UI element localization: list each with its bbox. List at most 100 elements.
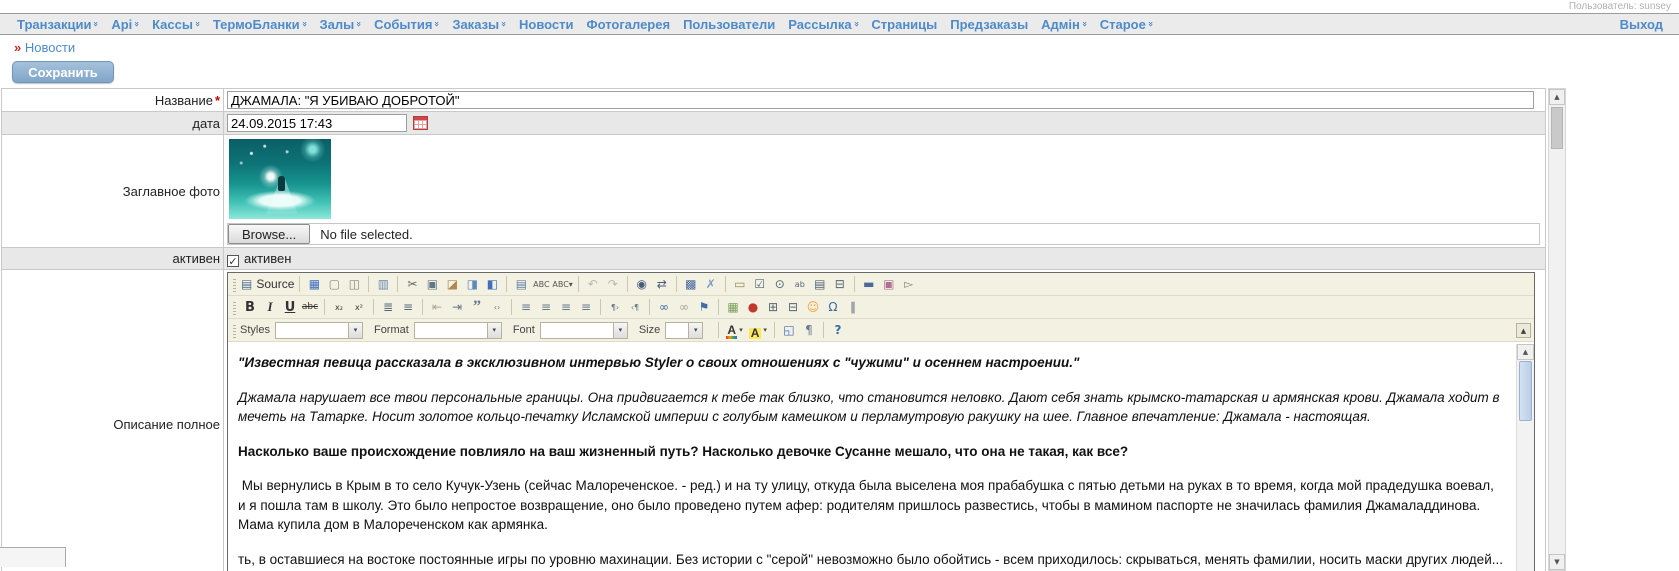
form-icon[interactable]: ▭ (731, 275, 749, 293)
editor-content[interactable]: "Известная певица рассказала в эксклюзив… (228, 342, 1534, 571)
title-input[interactable] (227, 91, 1534, 109)
redo-icon[interactable]: ↷ (604, 275, 622, 293)
flash-button[interactable]: ● (744, 298, 762, 316)
format-dropdown[interactable]: ▾ (414, 322, 502, 339)
save-button[interactable]: Сохранить (12, 61, 114, 83)
nav-item-10[interactable]: Рассылка» (788, 17, 858, 32)
nav-item-14[interactable]: Старое» (1100, 17, 1153, 32)
editor-scroll-thumb[interactable] (1519, 361, 1532, 421)
paste-text-icon[interactable]: ◨ (463, 275, 481, 293)
active-checkbox[interactable]: ✓ (227, 255, 239, 267)
size-dropdown[interactable]: ▾ (665, 322, 703, 339)
select-all-icon[interactable]: ▩ (682, 275, 700, 293)
bold-button[interactable]: B (241, 298, 259, 316)
breadcrumb-link-news[interactable]: Новости (25, 40, 75, 55)
scayt-icon[interactable]: ABC▾ (552, 275, 572, 293)
outdent-button[interactable]: ⇤ (428, 298, 446, 316)
nav-item-1[interactable]: Api» (111, 17, 139, 32)
new-page-icon[interactable]: ▢ (325, 275, 343, 293)
preview-icon[interactable]: ◫ (345, 275, 363, 293)
cut-icon[interactable]: ✂ (403, 275, 421, 293)
horizontal-rule-button[interactable]: ⊟ (784, 298, 802, 316)
create-div-button[interactable]: ‹› (488, 298, 506, 316)
nav-item-3[interactable]: ТермоБланки» (213, 17, 307, 32)
nav-item-11[interactable]: Страницы (871, 17, 937, 32)
link-button[interactable]: ∞ (655, 298, 673, 316)
text-color-button[interactable]: A ▾ (726, 321, 743, 339)
find-icon[interactable]: ◉ (633, 275, 651, 293)
spellcheck-icon[interactable]: ABC (532, 275, 550, 293)
nav-item-0[interactable]: Транзакции» (17, 17, 98, 32)
subscript-button[interactable]: x₂ (330, 298, 348, 316)
paste-word-icon[interactable]: ◧ (483, 275, 501, 293)
browse-button[interactable]: Browse... (228, 224, 310, 244)
save-icon[interactable]: ▦ (305, 275, 323, 293)
blockquote-button[interactable]: ” (468, 298, 486, 316)
strike-button[interactable]: abc (301, 298, 319, 316)
logout-link[interactable]: Выход (1620, 17, 1663, 32)
replace-icon[interactable]: ⇄ (653, 275, 671, 293)
bidi-rtl-button[interactable]: ‹¶ (626, 298, 644, 316)
image-button-icon[interactable]: ▣ (880, 275, 898, 293)
remove-format-icon[interactable]: ✗ (702, 275, 720, 293)
dropdown-arrow-icon[interactable]: ▾ (688, 323, 702, 338)
align-center-button[interactable]: ≡ (537, 298, 555, 316)
radio-field-icon[interactable]: ⊙ (771, 275, 789, 293)
special-char-button[interactable]: Ω (824, 298, 842, 316)
checkbox-field-icon[interactable]: ☑ (751, 275, 769, 293)
show-blocks-button[interactable]: ¶ (800, 321, 818, 339)
select-field-icon[interactable]: ⊟ (831, 275, 849, 293)
toolbar-collapse-button[interactable]: ▲ (1516, 323, 1531, 338)
nav-item-5[interactable]: События» (374, 17, 439, 32)
paste-icon[interactable]: ◪ (443, 275, 461, 293)
styles-dropdown[interactable]: ▾ (275, 322, 363, 339)
print-icon[interactable]: ▤ (512, 275, 530, 293)
table-button[interactable]: ⊞ (764, 298, 782, 316)
templates-icon[interactable]: ▥ (374, 275, 392, 293)
nav-item-2[interactable]: Кассы» (152, 17, 200, 32)
bidi-ltr-button[interactable]: ¶› (606, 298, 624, 316)
nav-item-9[interactable]: Пользователи (683, 17, 775, 32)
file-input[interactable]: Browse... No file selected. (227, 223, 1540, 245)
bulleted-list-button[interactable]: ≡ (399, 298, 417, 316)
calendar-icon[interactable] (413, 116, 428, 130)
font-dropdown[interactable]: ▾ (540, 322, 628, 339)
dropdown-arrow-icon[interactable]: ▾ (613, 323, 627, 338)
source-button[interactable]: ▤Source (241, 275, 294, 293)
date-input[interactable] (227, 114, 407, 132)
dropdown-arrow-icon[interactable]: ▾ (487, 323, 501, 338)
page-scroll-thumb[interactable] (1551, 107, 1563, 149)
anchor-button[interactable]: ⚑ (695, 298, 713, 316)
italic-button[interactable]: I (261, 298, 279, 316)
align-justify-button[interactable]: ≡ (577, 298, 595, 316)
undo-icon[interactable]: ↶ (584, 275, 602, 293)
underline-button[interactable]: U (281, 298, 299, 316)
nav-item-13[interactable]: Адмін» (1041, 17, 1087, 32)
button-field-icon[interactable]: ▬ (860, 275, 878, 293)
align-left-button[interactable]: ≡ (517, 298, 535, 316)
editor-scrollbar[interactable]: ▲ (1516, 344, 1534, 571)
about-button[interactable]: ? (829, 321, 847, 339)
maximize-button[interactable]: ◱ (780, 321, 798, 339)
page-scrollbar[interactable]: ▲ ▼ (1548, 88, 1566, 571)
page-scroll-down-button[interactable]: ▼ (1549, 554, 1565, 570)
background-color-button[interactable]: A ▾ (749, 321, 767, 339)
editor-scroll-up-button[interactable]: ▲ (1517, 344, 1534, 360)
indent-button[interactable]: ⇥ (448, 298, 466, 316)
numbered-list-button[interactable]: ≣ (379, 298, 397, 316)
page-scroll-up-button[interactable]: ▲ (1549, 89, 1565, 105)
nav-item-4[interactable]: Залы» (320, 17, 362, 32)
hidden-field-icon[interactable]: ▻ (900, 275, 918, 293)
superscript-button[interactable]: x² (350, 298, 368, 316)
copy-icon[interactable]: ▣ (423, 275, 441, 293)
unlink-button[interactable]: ∞ (675, 298, 693, 316)
insert-image-button[interactable]: ▦ (724, 298, 742, 316)
nav-item-7[interactable]: Новости (519, 17, 574, 32)
textarea-field-icon[interactable]: ▤ (811, 275, 829, 293)
dropdown-arrow-icon[interactable]: ▾ (348, 323, 362, 338)
text-field-icon[interactable]: ab (791, 275, 809, 293)
nav-item-8[interactable]: Фотогалерея (587, 17, 671, 32)
nav-item-12[interactable]: Предзаказы (950, 17, 1028, 32)
align-right-button[interactable]: ≡ (557, 298, 575, 316)
nav-item-6[interactable]: Заказы» (452, 17, 506, 32)
